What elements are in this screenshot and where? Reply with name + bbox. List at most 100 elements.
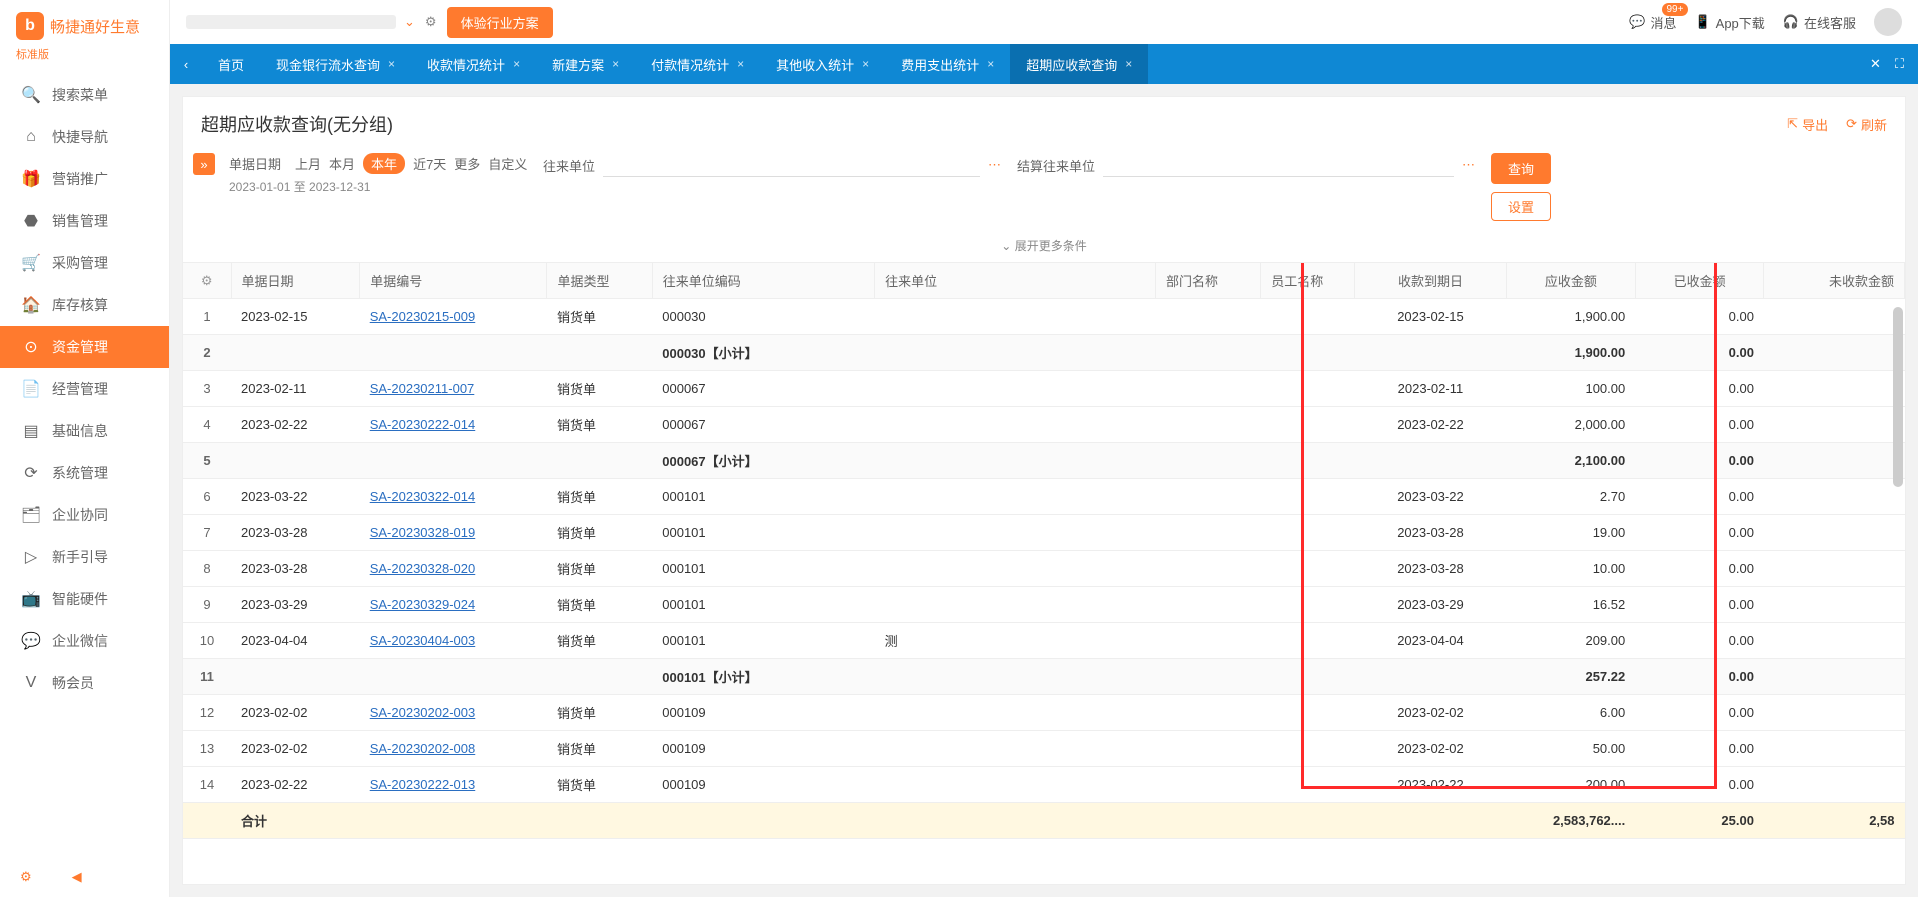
unit-input[interactable] [603,153,980,177]
table-row[interactable]: 2000030【小计】1,900.000.00 [183,335,1905,371]
tab-close-icon[interactable]: × [388,57,395,71]
tab-1[interactable]: 收款情况统计× [411,44,536,84]
sidebar-item-0[interactable]: 🔍搜索菜单 [0,74,169,116]
settle-unit-picker-icon[interactable]: ⋯ [1462,157,1477,173]
doc-link[interactable]: SA-20230328-019 [370,525,476,540]
sidebar-item-4[interactable]: 🛒采购管理 [0,242,169,284]
service-link[interactable]: 🎧 在线客服 [1783,13,1856,32]
date-range-chip[interactable]: 本月 [329,154,355,173]
export-button[interactable]: ⇱ 导出 [1787,115,1828,134]
doc-link[interactable]: SA-20230222-014 [370,417,476,432]
table-row[interactable]: 32023-02-11SA-20230211-007销货单0000672023-… [183,371,1905,407]
col-header[interactable]: 收款到期日 [1354,263,1506,299]
table-row[interactable]: 72023-03-28SA-20230328-019销货单0001012023-… [183,515,1905,551]
doc-link[interactable]: SA-20230202-003 [370,705,476,720]
settle-unit-input[interactable] [1103,153,1454,177]
col-header[interactable]: 未收款金额 [1764,263,1905,299]
tab-close-icon[interactable]: × [612,57,619,71]
tab-close-icon[interactable]: × [1125,57,1132,71]
sidebar-item-10[interactable]: 🗂企业协同 [0,494,169,536]
table-row[interactable]: 142023-02-22SA-20230222-013销货单0001092023… [183,767,1905,803]
col-header[interactable]: 单据类型 [547,263,652,299]
messages-link[interactable]: 💬 消息 99+ [1629,13,1676,32]
table-row[interactable]: 11000101【小计】257.220.00 [183,659,1905,695]
cell: 0.00 [1635,407,1764,443]
doc-link[interactable]: SA-20230328-020 [370,561,476,576]
sidebar-item-9[interactable]: ⟳系统管理 [0,452,169,494]
doc-link[interactable]: SA-20230404-003 [370,633,476,648]
sidebar-item-5[interactable]: 🏠库存核算 [0,284,169,326]
tab-3[interactable]: 付款情况统计× [635,44,760,84]
col-header[interactable]: 部门名称 [1155,263,1260,299]
tab-2[interactable]: 新建方案× [536,44,635,84]
tab-5[interactable]: 费用支出统计× [885,44,1010,84]
table-row[interactable]: 122023-02-02SA-20230202-003销货单0001092023… [183,695,1905,731]
col-header[interactable]: 应收金额 [1507,263,1636,299]
expand-filters[interactable]: ⌄ 展开更多条件 [183,233,1905,263]
doc-link[interactable]: SA-20230215-009 [370,309,476,324]
tab-close-icon[interactable]: × [513,57,520,71]
sidebar-item-13[interactable]: 💬企业微信 [0,620,169,662]
sidebar-item-3[interactable]: ⬣销售管理 [0,200,169,242]
table-row[interactable]: 42023-02-22SA-20230222-014销货单0000672023-… [183,407,1905,443]
col-header[interactable]: 单据编号 [360,263,547,299]
collapse-filters-icon[interactable]: » [193,153,215,175]
trial-button[interactable]: 体验行业方案 [447,7,553,38]
tab-scroll-left[interactable]: ‹ [170,44,202,84]
doc-link[interactable]: SA-20230202-008 [370,741,476,756]
table-settings-icon[interactable]: ⚙ [183,263,231,299]
sidebar-item-11[interactable]: ▷新手引导 [0,536,169,578]
table-row[interactable]: 12023-02-15SA-20230215-009销货单0000302023-… [183,299,1905,335]
col-header[interactable]: 往来单位 [875,263,1156,299]
cell [1764,515,1905,551]
settings-icon[interactable]: ⚙ [20,869,32,885]
table-row[interactable]: 92023-03-29SA-20230329-024销货单0001012023-… [183,587,1905,623]
date-range-chip[interactable]: 本年 [363,153,405,174]
sidebar-item-14[interactable]: V畅会员 [0,662,169,704]
doc-link[interactable]: SA-20230222-013 [370,777,476,792]
tab-home[interactable]: 首页 [202,44,260,84]
tab-close-icon[interactable]: × [862,57,869,71]
org-settings-icon[interactable]: ⚙ [425,14,437,30]
col-header[interactable]: 往来单位编码 [652,263,874,299]
table-row[interactable]: 62023-03-22SA-20230322-014销货单0001012023-… [183,479,1905,515]
org-selector[interactable]: ⌄ [186,14,415,30]
table-row[interactable]: 132023-02-02SA-20230202-008销货单0001092023… [183,731,1905,767]
date-range-chip[interactable]: 自定义 [488,154,527,173]
tab-0[interactable]: 现金银行流水查询× [260,44,411,84]
setting-button[interactable]: 设置 [1491,192,1551,221]
close-all-tabs-icon[interactable]: ✕ [1870,56,1881,72]
table-scrollbar[interactable] [1893,263,1903,884]
sidebar-item-12[interactable]: 📺智能硬件 [0,578,169,620]
doc-link[interactable]: SA-20230322-014 [370,489,476,504]
sidebar-item-1[interactable]: ⌂快捷导航 [0,116,169,158]
sidebar-item-6[interactable]: ⊙资金管理 [0,326,169,368]
col-header[interactable]: 单据日期 [231,263,360,299]
tab-4[interactable]: 其他收入统计× [760,44,885,84]
doc-link[interactable]: SA-20230329-024 [370,597,476,612]
tab-close-icon[interactable]: × [737,57,744,71]
user-avatar[interactable] [1874,8,1902,36]
sidebar-item-7[interactable]: 📄经营管理 [0,368,169,410]
doc-link[interactable]: SA-20230211-007 [370,381,475,396]
table-row[interactable]: 5000067【小计】2,100.000.00 [183,443,1905,479]
col-header[interactable]: 员工名称 [1261,263,1355,299]
download-link[interactable]: 📱 App下载 [1694,13,1764,32]
tab-6[interactable]: 超期应收款查询× [1010,44,1148,84]
refresh-button[interactable]: ⟳ 刷新 [1846,115,1887,134]
collapse-sidebar-icon[interactable]: ◀︎ [72,869,82,885]
table-row[interactable]: 82023-03-28SA-20230328-020销货单0001012023-… [183,551,1905,587]
unit-picker-icon[interactable]: ⋯ [988,157,1003,173]
tab-close-icon[interactable]: × [987,57,994,71]
sidebar-item-8[interactable]: ▤基础信息 [0,410,169,452]
col-header[interactable]: 已收金额 [1635,263,1764,299]
query-button[interactable]: 查询 [1491,153,1551,184]
sidebar-item-2[interactable]: 🎁营销推广 [0,158,169,200]
date-range-chip[interactable]: 更多 [454,154,480,173]
table-container[interactable]: ⚙单据日期单据编号单据类型往来单位编码往来单位部门名称员工名称收款到期日应收金额… [183,263,1905,884]
fullscreen-icon[interactable]: ⛶ [1895,56,1904,72]
date-range-chip[interactable]: 上月 [295,154,321,173]
scrollbar-thumb[interactable] [1893,307,1903,487]
date-range-chip[interactable]: 近7天 [413,154,446,173]
table-row[interactable]: 102023-04-04SA-20230404-003销货单000101测202… [183,623,1905,659]
